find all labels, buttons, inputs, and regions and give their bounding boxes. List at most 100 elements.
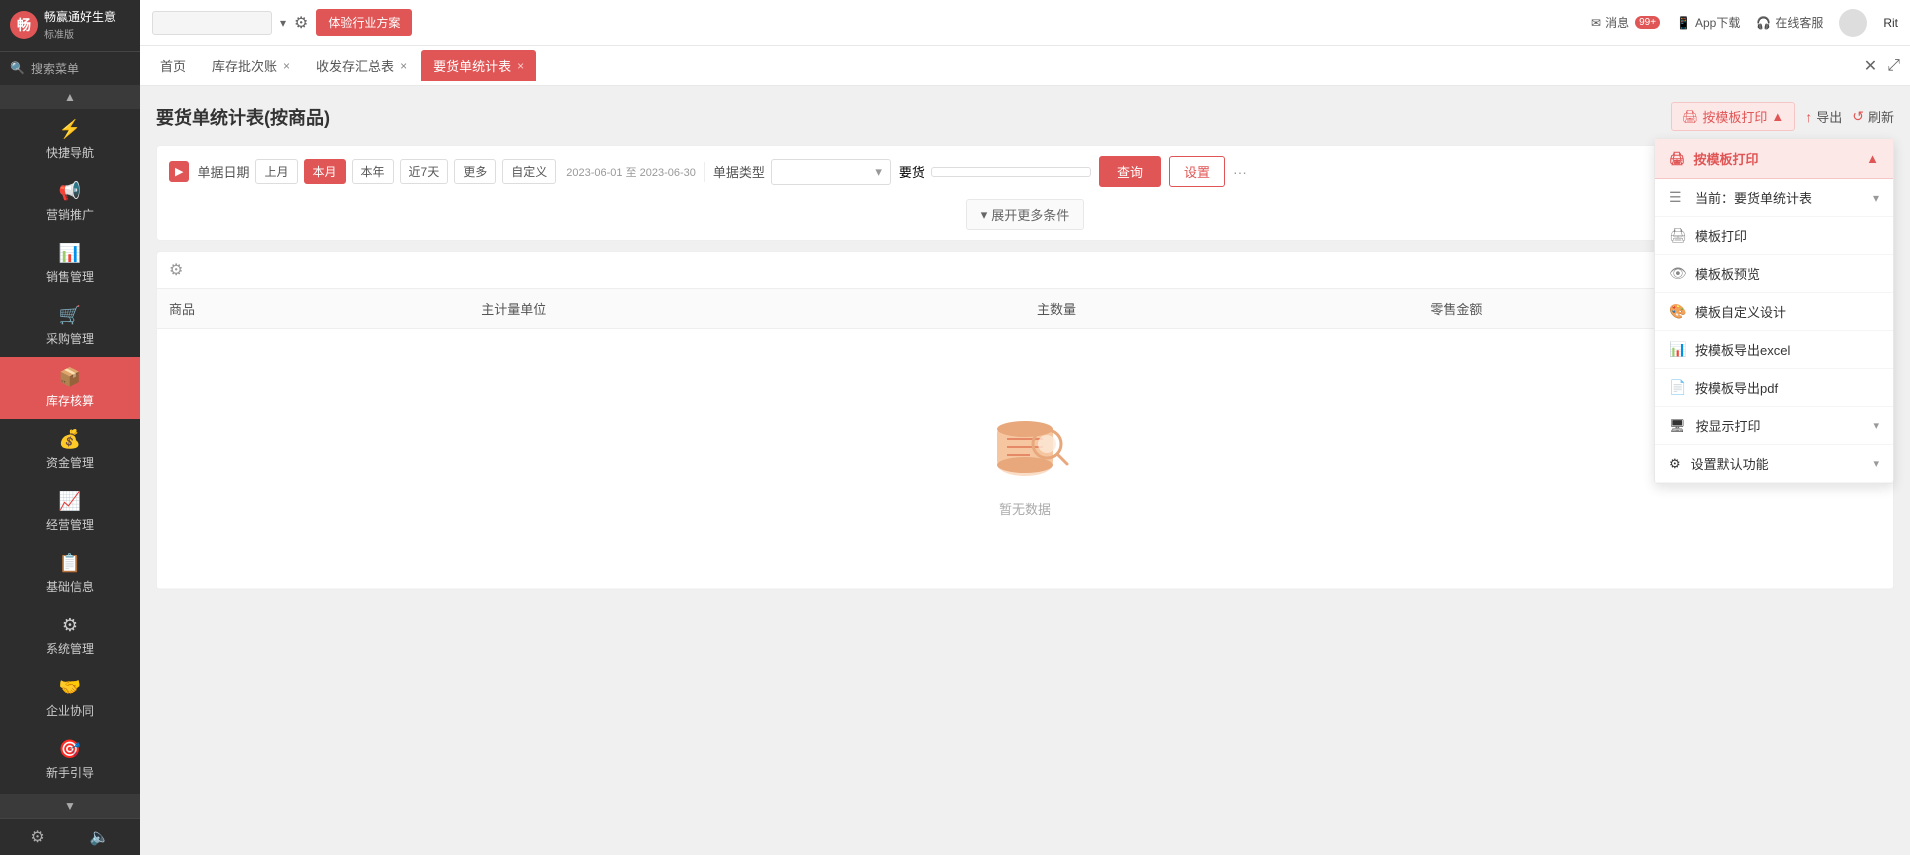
online-service-label: 在线客服	[1775, 14, 1823, 31]
tab-home[interactable]: 首页	[148, 50, 198, 81]
inventory-icon: 📦	[59, 367, 81, 388]
dropdown-template-excel[interactable]: 📊 按模板导出excel	[1655, 331, 1893, 369]
table-header-row: 商品 主计量单位 主数量 零售金额	[157, 289, 1893, 329]
logo-sub: 标准版	[44, 26, 116, 41]
query-btn[interactable]: 查询	[1099, 156, 1161, 187]
print-btn-label: 按模板打印	[1702, 107, 1767, 126]
tab-collection-summary-close[interactable]: ×	[400, 59, 407, 73]
sidebar-item-label: 资金管理	[46, 454, 94, 471]
sidebar-item-label: 采购管理	[46, 330, 94, 347]
date-btn-custom[interactable]: 自定义	[502, 159, 556, 184]
sidebar-item-label: 系统管理	[46, 640, 94, 657]
sidebar-item-enterprise[interactable]: 🤝 企业协同	[0, 667, 140, 729]
refresh-btn[interactable]: ↺ 刷新	[1852, 107, 1894, 126]
tab-maximize-window[interactable]: ⤢	[1885, 54, 1902, 78]
set-default-label: 设置默认功能	[1691, 454, 1769, 473]
sidebar-item-label: 经营管理	[46, 516, 94, 533]
dropdown-template-pdf[interactable]: 📄 按模板导出pdf	[1655, 369, 1893, 407]
tab-inventory-batch-label: 库存批次账	[212, 56, 277, 75]
dropdown-template-custom[interactable]: 🎨 模板自定义设计	[1655, 293, 1893, 331]
filter-expand-arrow[interactable]: ▶	[169, 161, 189, 182]
online-service-btn[interactable]: 🎧 在线客服	[1756, 14, 1823, 31]
template-custom-icon: 🎨	[1669, 303, 1685, 320]
message-badge: 99+	[1635, 16, 1660, 29]
logo-icon: 畅	[10, 11, 38, 39]
user-avatar[interactable]	[1839, 9, 1867, 37]
date-range-label: 2023-06-01 至 2023-06-30	[566, 164, 696, 180]
message-btn[interactable]: ✉ 消息 99+	[1591, 14, 1660, 31]
settings-btn[interactable]: 设置	[1169, 156, 1225, 187]
sidebar-settings-icon[interactable]: ⚙	[30, 827, 44, 847]
date-btn-7days[interactable]: 近7天	[400, 159, 449, 184]
dropdown-template-preview[interactable]: 👁 模板板预览	[1655, 255, 1893, 293]
filter-row2: ▾ 展开更多条件	[169, 199, 1881, 230]
sidebar-item-label: 销售管理	[46, 268, 94, 285]
more-options-btn[interactable]: ···	[1233, 164, 1247, 180]
date-label: 单据日期	[197, 162, 249, 181]
operations-icon: 📈	[59, 491, 81, 512]
tab-inventory-batch[interactable]: 库存批次账 ×	[200, 50, 302, 81]
col-goods: 商品	[157, 289, 469, 329]
expand-more-btn[interactable]: ▾ 展开更多条件	[966, 199, 1085, 230]
tabbar: 首页 库存批次账 × 收发存汇总表 × 要货单统计表 × ✕ ⤢	[140, 46, 1910, 86]
sidebar: 畅 畅赢通好生意 标准版 🔍 搜索菜单 ▲ ⚡ 快捷导航 📢 营销推广 📊 销售…	[0, 0, 140, 855]
sidebar-item-marketing[interactable]: 📢 营销推广	[0, 171, 140, 233]
type-select-arrow: ▾	[875, 164, 882, 180]
sidebar-item-app-center[interactable]: 🔔 应用中心	[0, 791, 140, 794]
export-btn[interactable]: ↑ 导出	[1805, 107, 1842, 126]
table-gear-icon[interactable]: ⚙	[169, 260, 183, 280]
sidebar-search-label: 搜索菜单	[31, 60, 79, 77]
goods-select-box[interactable]	[931, 167, 1091, 177]
sidebar-sound-icon[interactable]: 🔈	[90, 827, 110, 847]
print-template-btn[interactable]: 🖨 按模板打印 ▲	[1671, 102, 1795, 131]
topbar-gear-icon[interactable]: ⚙	[294, 13, 308, 33]
sidebar-item-quick-nav[interactable]: ⚡ 快捷导航	[0, 109, 140, 171]
tab-order-stats[interactable]: 要货单统计表 ×	[421, 50, 536, 81]
dropdown-close-icon[interactable]: ▲	[1866, 151, 1879, 166]
set-default-arrow: ▾	[1873, 457, 1879, 470]
sidebar-scroll-down[interactable]: ▼	[0, 794, 140, 818]
date-btn-last-month[interactable]: 上月	[255, 159, 297, 184]
template-print-icon: 🖨	[1669, 227, 1685, 244]
display-print-label: 按显示打印	[1696, 416, 1761, 435]
date-btn-more[interactable]: 更多	[454, 159, 496, 184]
message-icon: ✉	[1591, 16, 1601, 30]
date-btn-this-year[interactable]: 本年	[352, 159, 394, 184]
current-template-arrow: ▾	[1873, 191, 1879, 205]
dropdown-header[interactable]: 🖨 按模板打印 ▲	[1655, 139, 1893, 179]
topbar-search-input[interactable]	[152, 11, 272, 35]
experience-btn[interactable]: 体验行业方案	[316, 9, 412, 36]
sidebar-item-basic-info[interactable]: 📋 基础信息	[0, 543, 140, 605]
sidebar-item-system[interactable]: ⚙ 系统管理	[0, 605, 140, 667]
app-download-btn[interactable]: 📱 App下载	[1676, 14, 1740, 31]
sidebar-item-operations[interactable]: 📈 经营管理	[0, 481, 140, 543]
sidebar-item-label: 营销推广	[46, 206, 94, 223]
export-icon: ↑	[1805, 109, 1812, 125]
tab-inventory-batch-close[interactable]: ×	[283, 59, 290, 73]
template-print-label: 模板打印	[1695, 226, 1747, 245]
basic-info-icon: 📋	[59, 553, 81, 574]
sidebar-search[interactable]: 🔍 搜索菜单	[0, 52, 140, 85]
sidebar-item-guide[interactable]: 🎯 新手引导	[0, 729, 140, 791]
tab-collection-summary[interactable]: 收发存汇总表 ×	[304, 50, 419, 81]
empty-state: 暂无数据	[169, 339, 1881, 578]
current-template-icon: ☰	[1669, 189, 1685, 206]
topbar-dropdown-arrow[interactable]: ▾	[280, 16, 286, 30]
sidebar-scroll-up[interactable]: ▲	[0, 85, 140, 109]
empty-text: 暂无数据	[999, 499, 1051, 518]
dropdown-current-template[interactable]: ☰ 当前：要货单统计表 ▾	[1655, 179, 1893, 217]
sidebar-item-inventory[interactable]: 📦 库存核算	[0, 357, 140, 419]
dropdown-display-print[interactable]: 🖥 按显示打印 ▾	[1655, 407, 1893, 445]
type-select-box[interactable]: ▾	[771, 159, 891, 185]
sidebar-item-purchase[interactable]: 🛒 采购管理	[0, 295, 140, 357]
display-print-arrow: ▾	[1873, 419, 1879, 432]
tab-order-stats-close[interactable]: ×	[517, 59, 524, 73]
sidebar-item-sales[interactable]: 📊 销售管理	[0, 233, 140, 295]
sidebar-item-finance[interactable]: 💰 资金管理	[0, 419, 140, 481]
tab-close-window[interactable]: ✕	[1862, 54, 1879, 78]
dropdown-set-default[interactable]: ⚙ 设置默认功能 ▾	[1655, 445, 1893, 483]
expand-toggle-icon: ▶	[169, 161, 189, 182]
date-btn-this-month[interactable]: 本月	[304, 159, 346, 184]
username-label: Rit	[1883, 16, 1898, 30]
dropdown-template-print[interactable]: 🖨 模板打印	[1655, 217, 1893, 255]
